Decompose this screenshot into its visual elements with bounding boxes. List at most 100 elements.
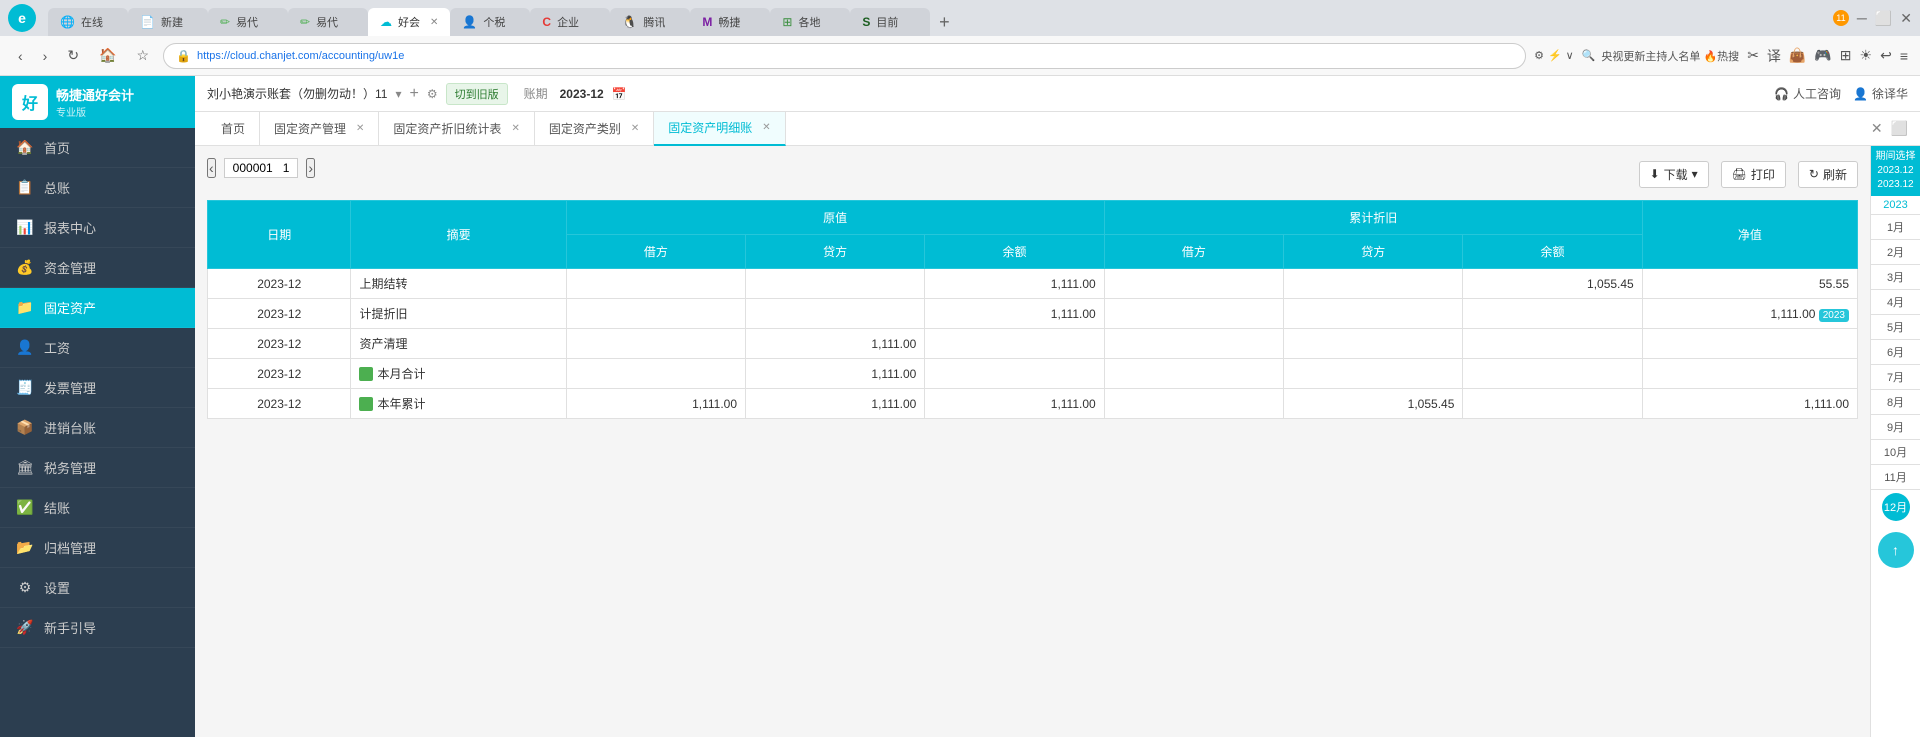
minimize-tab-icon[interactable]: ✕ [1871,120,1883,137]
settings-gear-icon[interactable]: ⚙ [427,87,438,101]
tab-close-btn[interactable]: ✕ [430,17,438,28]
translate-icon[interactable]: 译 [1767,46,1781,66]
tab-new[interactable]: 📄 新建 [128,8,208,36]
support-btn[interactable]: 🎧 人工咨询 [1774,85,1841,102]
tab-haohui[interactable]: ☁ 好会 ✕ [368,8,450,36]
forward-btn[interactable]: › [37,44,54,68]
page-tab-home[interactable]: 首页 [207,112,260,146]
period-month-item[interactable]: 4月 [1871,290,1920,315]
calendar-icon[interactable]: 📅 [612,87,627,101]
period-month-item[interactable]: 5月 [1871,315,1920,340]
sidebar-item-sales[interactable]: 📦 进销台账 [0,408,195,448]
period-month-item[interactable]: 7月 [1871,365,1920,390]
new-tab-btn[interactable]: + [930,8,958,36]
back-to-top-btn[interactable]: ↑ [1878,532,1914,568]
window-close[interactable]: ✕ [1900,10,1912,27]
back-btn[interactable]: ‹ [12,44,29,68]
tab-close-icon[interactable]: ✕ [356,123,364,134]
page-tab-asset-category[interactable]: 固定资产类别 ✕ [535,112,654,146]
tab-label: 各地 [798,14,820,30]
tab-online[interactable]: 🌐 在线 [48,8,128,36]
period-month-item[interactable]: 2月 [1871,240,1920,265]
sidebar-item-fixed-assets[interactable]: 📁 固定资产 [0,288,195,328]
user-btn[interactable]: 👤 徐译华 [1853,85,1908,102]
page-tab-asset-mgmt[interactable]: 固定资产管理 ✕ [260,112,379,146]
period-month-item[interactable]: 9月 [1871,415,1920,440]
tab-label: 易代 [236,14,258,30]
tab-qiye[interactable]: C 企业 [530,8,610,36]
period-month-item[interactable]: 3月 [1871,265,1920,290]
sidebar-label: 发票管理 [44,378,96,397]
page-tab-depreciation-table[interactable]: 固定资产折旧统计表 ✕ [379,112,534,146]
page-number-box[interactable]: 000001 1 [224,158,299,178]
period-year[interactable]: 2023 [1871,196,1920,215]
menu-icon[interactable]: ≡ [1900,48,1908,64]
wallet-icon[interactable]: 👜 [1789,47,1806,64]
tab-close-icon[interactable]: ✕ [762,122,770,133]
period-month-item[interactable]: 11月 [1871,465,1920,490]
tab-close-icon[interactable]: ✕ [631,123,639,134]
period-month-item[interactable]: 12月 [1882,493,1910,521]
sidebar-item-close[interactable]: ✅ 结账 [0,488,195,528]
tab-geshui[interactable]: 👤 个税 [450,8,530,36]
sidebar-item-guide[interactable]: 🚀 新手引导 [0,608,195,648]
sidebar-item-tax[interactable]: 🏛 税务管理 [0,448,195,488]
tab-gedi[interactable]: ⊞ 各地 [770,8,850,36]
content-wrapper: ‹ 000001 1 › ⬇ 下载 ▾ [195,146,1920,737]
add-btn[interactable]: + [410,85,419,103]
page-tab-asset-detail[interactable]: 固定资产明细账 ✕ [654,112,785,146]
company-name[interactable]: 刘小艳演示账套（勿删勿动！）11 [207,85,387,102]
row-summary-label: 本月合计 [359,365,557,382]
period-month-item[interactable]: 8月 [1871,390,1920,415]
period-month-item[interactable]: 10月 [1871,440,1920,465]
sidebar-item-settings[interactable]: ⚙ 设置 [0,568,195,608]
address-bar[interactable]: 🔒 https://cloud.chanjet.com/accounting/u… [163,43,1526,69]
cell-date: 2023-12 [208,359,351,389]
tab-yidai1[interactable]: ✏ 易代 [208,8,288,36]
switch-version-btn[interactable]: 切到旧版 [446,83,508,105]
scissors-icon[interactable]: ✂ [1747,47,1759,64]
tab-label: 固定资产明细账 [668,119,752,136]
undo-icon[interactable]: ↩ [1880,47,1892,64]
window-max[interactable]: ⬜ [1875,10,1892,27]
search-text: 央视更新主持人名单 🔥热搜 [1601,48,1739,64]
sidebar-item-home[interactable]: 🏠 首页 [0,128,195,168]
tab-close-icon[interactable]: ✕ [511,123,519,134]
sidebar-item-archive[interactable]: 📂 归档管理 [0,528,195,568]
online-icon: 🌐 [60,15,75,29]
next-page-btn[interactable]: › [306,158,315,178]
print-btn[interactable]: 🖨 打印 [1721,161,1786,188]
th-date: 日期 [208,201,351,269]
report-menu-icon: 📊 [16,219,34,237]
search-area[interactable]: 🔍 央视更新主持人名单 🔥热搜 [1582,48,1739,64]
period-month-item[interactable]: 1月 [1871,215,1920,240]
dropdown-arrow-icon[interactable]: ▾ [395,87,401,101]
sidebar-item-invoice[interactable]: 🧾 发票管理 [0,368,195,408]
cell-orig-credit: 1,111.00 [746,359,925,389]
tab-mubiao[interactable]: S 目前 [850,8,930,36]
period-month-item[interactable]: 6月 [1871,340,1920,365]
cell-summary: 计提折旧 [351,299,566,329]
cell-date: 2023-12 [208,269,351,299]
sidebar-item-payroll[interactable]: 👤 工资 [0,328,195,368]
refresh-btn[interactable]: ↻ 刷新 [1798,161,1858,188]
bookmark-btn[interactable]: ☆ [131,43,156,68]
layout-icon[interactable]: ⊞ [1840,47,1852,64]
reload-btn[interactable]: ↻ [61,43,85,68]
tab-yidai2[interactable]: ✏ 易代 [288,8,368,36]
sidebar-label: 资金管理 [44,258,96,277]
window-min[interactable]: ─ [1857,10,1867,26]
cloud-icon: ☁ [380,15,392,29]
restore-tab-icon[interactable]: ⬜ [1891,120,1908,137]
sidebar-item-reports[interactable]: 📊 报表中心 [0,208,195,248]
tab-changjie[interactable]: M 畅捷 [690,8,770,36]
tab-tengxun[interactable]: 🐧 腾讯 [610,8,690,36]
sidebar-label: 首页 [44,138,70,157]
brightness-icon[interactable]: ☀ [1860,47,1873,64]
prev-page-btn[interactable]: ‹ [207,158,216,178]
gamepad-icon[interactable]: 🎮 [1814,47,1831,64]
home-btn[interactable]: 🏠 [93,43,122,68]
download-btn[interactable]: ⬇ 下载 ▾ [1639,161,1709,188]
sidebar-item-general-ledger[interactable]: 📋 总账 [0,168,195,208]
sidebar-item-funds[interactable]: 💰 资金管理 [0,248,195,288]
